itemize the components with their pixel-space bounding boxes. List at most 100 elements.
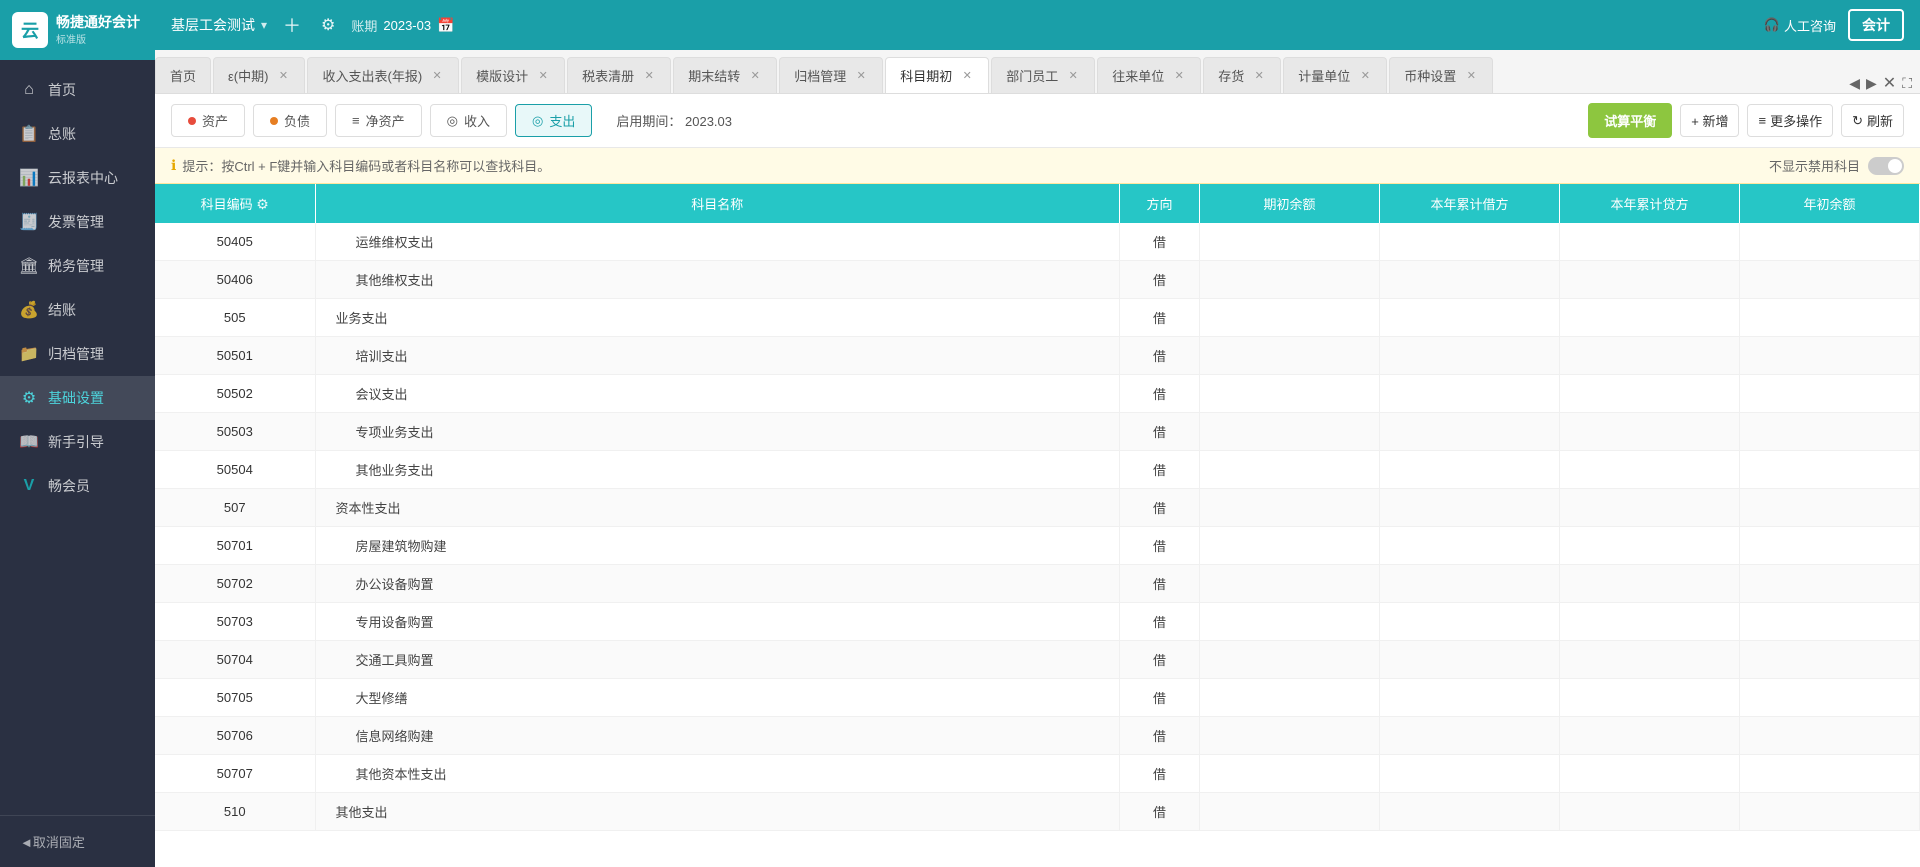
tab-counterparty[interactable]: 往来单位 ✕ [1097, 57, 1201, 93]
period-label: 账期 [351, 16, 377, 35]
table-row[interactable]: 50704 交通工具购置 借 [155, 641, 1920, 679]
cell-dir: 借 [1120, 527, 1200, 565]
logo-text-area: 畅捷通好会计 标准版 [56, 14, 140, 46]
tab-close-icon[interactable]: ✕ [854, 69, 868, 83]
subjects-table: 科目编码 ⚙ 科目名称 方向 期初余额 本年累计借方 [155, 184, 1920, 831]
table-row[interactable]: 50502 会议支出 借 [155, 375, 1920, 413]
cell-year-bal [1740, 603, 1920, 641]
tab-close-icon[interactable]: ✕ [960, 69, 974, 83]
table-row[interactable]: 50405 运维维权支出 借 [155, 223, 1920, 261]
tab-close-icon[interactable]: ✕ [1464, 69, 1478, 83]
tab-currency[interactable]: 币种设置 ✕ [1389, 57, 1493, 93]
member-icon: V [20, 477, 38, 495]
cell-ytd-credit [1560, 451, 1740, 489]
tab-archive[interactable]: 归档管理 ✕ [779, 57, 883, 93]
sidebar-item-invoice[interactable]: 🧾 发票管理 [0, 200, 155, 244]
tab-period-end[interactable]: 期末结转 ✕ [673, 57, 777, 93]
tab-close-icon[interactable]: ✕ [1358, 69, 1372, 83]
sidebar-item-label: 税务管理 [48, 256, 104, 276]
sidebar-item-label: 基础设置 [48, 388, 104, 408]
tab-close-icon[interactable]: ✕ [748, 69, 762, 83]
table-row[interactable]: 50501 培训支出 借 [155, 337, 1920, 375]
cell-period-bal [1200, 793, 1380, 831]
period-selector[interactable]: 账期 2023-03 📅 [351, 16, 454, 35]
cell-name: 资本性支出 [315, 489, 1120, 527]
cat-assets-button[interactable]: 资产 [171, 104, 245, 137]
expand-icon[interactable]: ⛶ [1902, 75, 1912, 92]
table-row[interactable]: 510 其他支出 借 [155, 793, 1920, 831]
account-button[interactable]: 会计 [1848, 9, 1904, 41]
cat-expense-button[interactable]: ◎ 支出 [515, 104, 592, 137]
company-selector[interactable]: 基层工会测试 ▾ [171, 15, 267, 35]
home-icon: ⌂ [20, 81, 38, 99]
sidebar-item-tax[interactable]: 🏛 税务管理 [0, 244, 155, 288]
tab-close-icon[interactable]: ✕ [1066, 69, 1080, 83]
balance-button[interactable]: 试算平衡 [1588, 103, 1672, 138]
tab-close-icon[interactable]: ✕ [1172, 69, 1186, 83]
more-button[interactable]: ≡ 更多操作 [1747, 104, 1833, 137]
tab-close-icon[interactable]: ✕ [536, 69, 550, 83]
cell-ytd-debit [1380, 489, 1560, 527]
disabled-toggle[interactable] [1868, 157, 1904, 175]
close-all-icon[interactable]: ✕ [1883, 73, 1896, 93]
tab-template[interactable]: 模版设计 ✕ [461, 57, 565, 93]
table-row[interactable]: 50702 办公设备购置 借 [155, 565, 1920, 603]
settings-icon[interactable]: ⚙ [317, 15, 339, 35]
table-row[interactable]: 50406 其他维权支出 借 [155, 261, 1920, 299]
tab-label: 存货 [1218, 66, 1244, 85]
add-button[interactable]: + 新增 [1680, 104, 1739, 137]
tab-prev-icon[interactable]: ◀ [1849, 75, 1860, 92]
tab-close-icon[interactable]: ✕ [276, 69, 290, 83]
tab-home[interactable]: 首页 [155, 57, 211, 93]
sidebar-item-ledger[interactable]: 📋 总账 [0, 112, 155, 156]
cell-period-bal [1200, 717, 1380, 755]
sidebar-item-member[interactable]: V 畅会员 [0, 464, 155, 508]
tab-close-icon[interactable]: ✕ [1252, 69, 1266, 83]
table-row[interactable]: 50706 信息网络购建 借 [155, 717, 1920, 755]
tab-inventory[interactable]: 存货 ✕ [1203, 57, 1281, 93]
cat-expense-label: 支出 [549, 111, 575, 130]
table-row[interactable]: 50707 其他资本性支出 借 [155, 755, 1920, 793]
sidebar-item-guide[interactable]: 📖 新手引导 [0, 420, 155, 464]
cell-year-bal [1740, 527, 1920, 565]
gear-icon[interactable]: ⚙ [256, 196, 269, 212]
sidebar-item-basic[interactable]: ⚙ 基础设置 [0, 376, 155, 420]
cell-ytd-debit [1380, 603, 1560, 641]
cell-period-bal [1200, 527, 1380, 565]
table-row[interactable]: 50503 专项业务支出 借 [155, 413, 1920, 451]
add-tab-button[interactable]: ＋ [279, 12, 305, 38]
tab-next-icon[interactable]: ▶ [1866, 75, 1877, 92]
table-row[interactable]: 50705 大型修缮 借 [155, 679, 1920, 717]
cell-name: 专用设备购置 [315, 603, 1120, 641]
tab-subject-initial[interactable]: 科目期初 ✕ [885, 57, 989, 93]
sidebar-item-checkout[interactable]: 💰 结账 [0, 288, 155, 332]
table-row[interactable]: 50703 专用设备购置 借 [155, 603, 1920, 641]
tab-dept[interactable]: 部门员工 ✕ [991, 57, 1095, 93]
sidebar-item-reports[interactable]: 📊 云报表中心 [0, 156, 155, 200]
cell-dir: 借 [1120, 679, 1200, 717]
tab-midterm[interactable]: ε(中期) ✕ [213, 57, 305, 93]
cell-ytd-debit [1380, 337, 1560, 375]
tab-label: 科目期初 [900, 66, 952, 85]
sidebar-collapse-btn[interactable]: ◄取消固定 [0, 815, 155, 867]
cat-netassets-button[interactable]: ≡ 净资产 [335, 104, 422, 137]
tab-unit[interactable]: 计量单位 ✕ [1283, 57, 1387, 93]
sidebar-item-home[interactable]: ⌂ 首页 [0, 68, 155, 112]
refresh-button[interactable]: ↻ 刷新 [1841, 104, 1904, 137]
tab-tax-table[interactable]: 税表清册 ✕ [567, 57, 671, 93]
cat-liabilities-button[interactable]: 负债 [253, 104, 327, 137]
tab-close-icon[interactable]: ✕ [642, 69, 656, 83]
table-row[interactable]: 505 业务支出 借 [155, 299, 1920, 337]
table-row[interactable]: 507 资本性支出 借 [155, 489, 1920, 527]
sidebar-item-archive[interactable]: 📁 归档管理 [0, 332, 155, 376]
cell-ytd-credit [1560, 679, 1740, 717]
service-button[interactable]: 🎧 人工咨询 [1764, 16, 1836, 35]
table-row[interactable]: 50504 其他业务支出 借 [155, 451, 1920, 489]
cat-income-button[interactable]: ◎ 收入 [430, 104, 507, 137]
tab-annual-report[interactable]: 收入支出表(年报) ✕ [307, 57, 459, 93]
sidebar-menu: ⌂ 首页 📋 总账 📊 云报表中心 🧾 发票管理 🏛 税务管理 💰 结账 📁 归… [0, 60, 155, 815]
table-row[interactable]: 50701 房屋建筑物购建 借 [155, 527, 1920, 565]
tab-close-icon[interactable]: ✕ [430, 69, 444, 83]
period-prefix: 启用期间： [616, 114, 681, 129]
cell-code: 50405 [155, 223, 315, 261]
